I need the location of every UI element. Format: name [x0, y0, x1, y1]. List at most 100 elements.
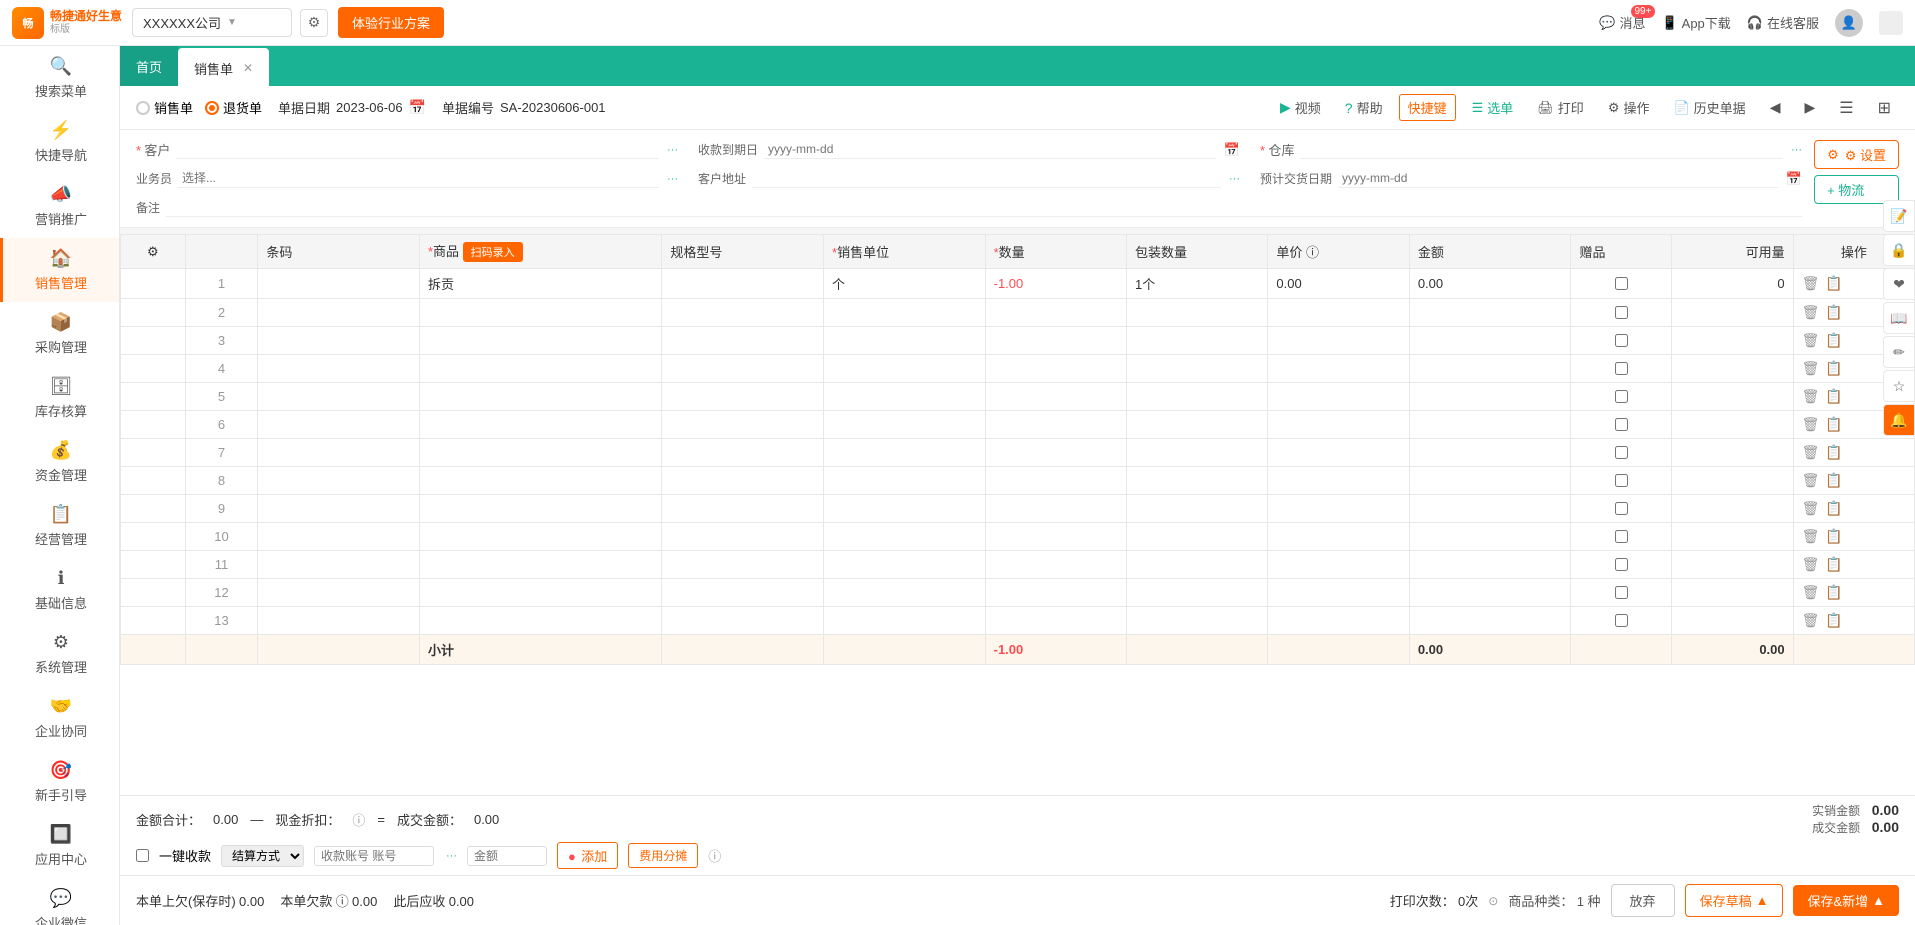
delete-icon[interactable]: 🗑 [1802, 472, 1820, 489]
sidebar-item-quicknav[interactable]: ⚡ 快捷导航 [0, 110, 119, 174]
row-pack-qty[interactable] [1127, 607, 1268, 635]
row-barcode[interactable] [258, 299, 420, 327]
customer-dots[interactable]: ··· [667, 144, 678, 156]
row-spec[interactable] [662, 383, 824, 411]
delete-icon[interactable]: 🗑 [1802, 584, 1820, 601]
row-barcode[interactable] [258, 411, 420, 439]
delete-icon[interactable]: 🗑 [1802, 388, 1820, 405]
row-spec[interactable] [662, 327, 824, 355]
row-barcode[interactable] [258, 607, 420, 635]
barcode-input[interactable] [266, 390, 411, 404]
avatar[interactable]: 👤 [1835, 9, 1863, 37]
prev-btn[interactable]: ◀ [1762, 96, 1789, 119]
row-pack-qty[interactable] [1127, 355, 1268, 383]
salesperson-dots[interactable]: ··· [667, 173, 678, 185]
row-qty[interactable] [985, 467, 1126, 495]
copy-icon[interactable]: 📋 [1825, 388, 1842, 405]
sidebar-item-wechat[interactable]: 💬 企业微信 [0, 878, 119, 925]
row-product[interactable] [419, 355, 661, 383]
barcode-input[interactable] [266, 277, 411, 291]
trial-button[interactable]: 体验行业方案 [338, 7, 444, 38]
warehouse-dots[interactable]: ··· [1791, 144, 1802, 156]
row-spec[interactable] [662, 411, 824, 439]
float-btn-2[interactable]: 🔒 [1883, 234, 1915, 266]
row-pack-qty[interactable] [1127, 579, 1268, 607]
row-gift[interactable] [1571, 523, 1672, 551]
row-pack-qty[interactable] [1127, 551, 1268, 579]
account-dots[interactable]: ··· [446, 850, 457, 862]
gift-checkbox[interactable] [1615, 446, 1628, 459]
addr-dots[interactable]: ··· [1229, 173, 1240, 185]
list-view-btn[interactable]: ☰ [1831, 95, 1861, 121]
row-gift[interactable] [1571, 439, 1672, 467]
sidebar-item-app-center[interactable]: 🔲 应用中心 [0, 814, 119, 878]
row-amount[interactable] [1409, 607, 1571, 635]
barcode-input[interactable] [266, 334, 411, 348]
float-btn-4[interactable]: 📖 [1883, 302, 1915, 334]
row-unit[interactable] [824, 383, 986, 411]
gift-checkbox[interactable] [1615, 277, 1628, 290]
save-draft-button[interactable]: 保存草稿 ▲ [1685, 884, 1784, 917]
account-input[interactable] [314, 846, 434, 866]
row-product[interactable] [419, 299, 661, 327]
row-pack-qty[interactable] [1127, 467, 1268, 495]
gift-checkbox[interactable] [1615, 502, 1628, 515]
gift-checkbox[interactable] [1615, 390, 1628, 403]
sidebar-item-system[interactable]: ⚙ 系统管理 [0, 622, 119, 686]
row-amount[interactable] [1409, 495, 1571, 523]
date-calendar-icon[interactable]: 📅 [409, 99, 426, 116]
row-spec[interactable] [662, 467, 824, 495]
row-gift[interactable] [1571, 467, 1672, 495]
row-barcode[interactable] [258, 579, 420, 607]
sidebar-item-operations[interactable]: 📋 经营管理 [0, 494, 119, 558]
row-qty[interactable] [985, 411, 1126, 439]
delete-icon[interactable]: 🗑 [1802, 416, 1820, 433]
row-amount[interactable] [1409, 579, 1571, 607]
row-gift[interactable] [1571, 269, 1672, 299]
next-btn[interactable]: ▶ [1796, 96, 1823, 119]
float-btn-5[interactable]: ✏ [1883, 336, 1915, 368]
tab-close-icon[interactable]: ✕ [243, 61, 253, 75]
row-spec[interactable] [662, 355, 824, 383]
sidebar-item-basic-info[interactable]: ℹ 基础信息 [0, 558, 119, 622]
row-unit[interactable] [824, 495, 986, 523]
grid-view-btn[interactable]: ⊞ [1870, 95, 1899, 121]
row-gift[interactable] [1571, 383, 1672, 411]
row-spec[interactable] [662, 269, 824, 299]
discard-button[interactable]: 放弃 [1611, 884, 1675, 917]
operate-btn[interactable]: ⚙ 操作 [1600, 95, 1658, 120]
row-amount[interactable] [1409, 551, 1571, 579]
row-qty[interactable] [985, 607, 1126, 635]
row-price[interactable] [1268, 467, 1409, 495]
delete-icon[interactable]: 🗑 [1802, 556, 1820, 573]
row-pack-qty[interactable]: 1个 [1127, 269, 1268, 299]
row-qty[interactable] [985, 439, 1126, 467]
copy-icon[interactable]: 📋 [1825, 472, 1842, 489]
scan-button[interactable]: 扫码录入 [463, 242, 523, 262]
copy-icon[interactable]: 📋 [1825, 556, 1842, 573]
help-btn[interactable]: ? 帮助 [1337, 95, 1391, 120]
debt-help-icon[interactable]: ⓘ [336, 894, 349, 909]
delete-icon[interactable]: 🗑 [1802, 444, 1820, 461]
message-btn[interactable]: 💬 消息 99+ [1599, 13, 1645, 32]
copy-icon[interactable]: 📋 [1825, 612, 1842, 629]
customer-input[interactable] [176, 140, 659, 159]
row-product[interactable] [419, 551, 661, 579]
video-btn[interactable]: ▶ 视频 [1272, 95, 1329, 120]
gift-checkbox[interactable] [1615, 586, 1628, 599]
row-unit[interactable] [824, 467, 986, 495]
delete-icon[interactable]: 🗑 [1802, 528, 1820, 545]
row-price[interactable] [1268, 411, 1409, 439]
row-unit[interactable] [824, 607, 986, 635]
row-product[interactable] [419, 411, 661, 439]
row-barcode[interactable] [258, 327, 420, 355]
row-product[interactable] [419, 523, 661, 551]
row-barcode[interactable] [258, 523, 420, 551]
delete-icon[interactable]: 🗑 [1802, 612, 1820, 629]
delete-icon[interactable]: 🗑 [1802, 275, 1820, 292]
row-amount[interactable] [1409, 467, 1571, 495]
sidebar-item-marketing[interactable]: 📣 营销推广 [0, 174, 119, 238]
row-product[interactable]: 拆贡 [419, 269, 661, 299]
row-unit[interactable]: 个 [824, 269, 986, 299]
row-product[interactable] [419, 607, 661, 635]
